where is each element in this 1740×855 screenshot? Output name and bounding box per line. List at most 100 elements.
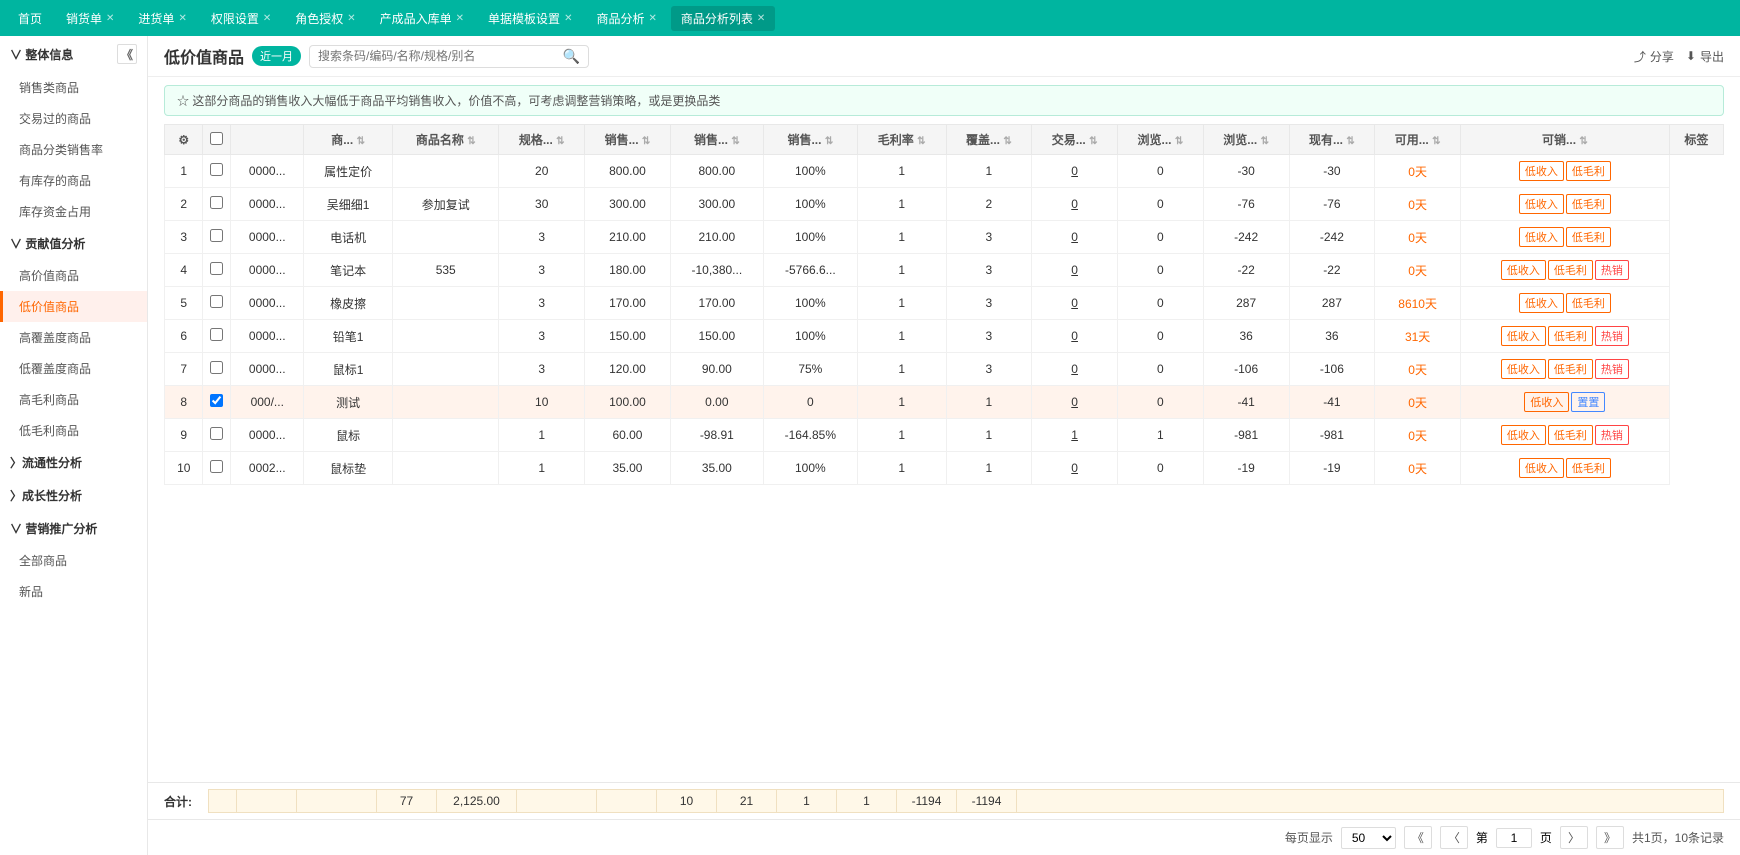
sidebar-item-high-value[interactable]: 高价值商品 (0, 260, 147, 291)
tag-低收入[interactable]: 低收入 (1519, 227, 1564, 247)
sidebar-item-category-rate[interactable]: 商品分类销售率 (0, 134, 147, 165)
col-available[interactable]: 可用... ⇅ (1375, 125, 1461, 155)
col-sale-qty[interactable]: 销售... ⇅ (585, 125, 671, 155)
sidebar-group-liquidity[interactable]: 〉流通性分析 (0, 446, 147, 479)
nav-close-goods-analysis[interactable]: ✕ (648, 13, 656, 24)
sidebar-item-stock-capital[interactable]: 库存资金占用 (0, 196, 147, 227)
share-button[interactable]: ⤴ 分享 (1634, 48, 1674, 65)
cell-checkbox[interactable] (203, 155, 231, 188)
tag-低毛利[interactable]: 低毛利 (1548, 425, 1593, 445)
search-input[interactable] (318, 49, 563, 63)
row-checkbox[interactable] (210, 196, 223, 209)
tag-热销[interactable]: 热销 (1595, 260, 1629, 280)
row-checkbox[interactable] (210, 229, 223, 242)
row-checkbox[interactable] (210, 328, 223, 341)
current-page-input[interactable] (1496, 828, 1532, 848)
nav-purchase[interactable]: 进货单 ✕ (128, 6, 196, 31)
tag-低收入[interactable]: 低收入 (1519, 458, 1564, 478)
sidebar-item-high-margin[interactable]: 高毛利商品 (0, 384, 147, 415)
view1-link[interactable]: 0 (1071, 197, 1078, 211)
nav-close-role[interactable]: ✕ (347, 13, 355, 24)
view1-link[interactable]: 0 (1071, 164, 1078, 178)
collapse-overall[interactable]: 《 (117, 44, 137, 64)
nav-home[interactable]: 首页 (8, 6, 52, 31)
view1-link[interactable]: 0 (1071, 263, 1078, 277)
view1-link[interactable]: 0 (1071, 461, 1078, 475)
tag-热销[interactable]: 热销 (1595, 425, 1629, 445)
cell-view1[interactable]: 0 (1032, 452, 1118, 485)
tag-低收入[interactable]: 低收入 (1519, 194, 1564, 214)
col-gear[interactable]: ⚙ (165, 125, 203, 155)
tag-低收入[interactable]: 低收入 (1501, 260, 1546, 280)
cell-view1[interactable]: 0 (1032, 254, 1118, 287)
tag-低收入[interactable]: 低收入 (1519, 161, 1564, 181)
view1-link[interactable]: 1 (1071, 428, 1078, 442)
sidebar-group-growth[interactable]: 〉成长性分析 (0, 479, 147, 512)
search-icon[interactable]: 🔍 (563, 48, 580, 65)
sidebar-item-low-coverage[interactable]: 低覆盖度商品 (0, 353, 147, 384)
tag-低收入[interactable]: 低收入 (1501, 359, 1546, 379)
nav-close-goods-analysis-list[interactable]: ✕ (757, 13, 765, 24)
last-page-button[interactable]: 》 (1596, 826, 1624, 849)
sidebar-item-sales-goods[interactable]: 销售类商品 (0, 72, 147, 103)
row-checkbox[interactable] (210, 295, 223, 308)
cell-checkbox[interactable] (203, 353, 231, 386)
sidebar-item-low-value[interactable]: 低价值商品 (0, 291, 147, 322)
sidebar-item-new-goods[interactable]: 新品 (0, 576, 147, 607)
tag-低毛利[interactable]: 低毛利 (1566, 293, 1611, 313)
cell-view1[interactable]: 0 (1032, 386, 1118, 419)
col-view1[interactable]: 浏览... ⇅ (1118, 125, 1204, 155)
tag-热销[interactable]: 热销 (1595, 326, 1629, 346)
cell-view1[interactable]: 1 (1032, 419, 1118, 452)
view1-link[interactable]: 0 (1071, 230, 1078, 244)
view1-link[interactable]: 0 (1071, 296, 1078, 310)
nav-goods-analysis-list[interactable]: 商品分析列表 ✕ (671, 6, 775, 31)
cell-view1[interactable]: 0 (1032, 155, 1118, 188)
tag-低毛利[interactable]: 低毛利 (1566, 194, 1611, 214)
sidebar-item-low-margin[interactable]: 低毛利商品 (0, 415, 147, 446)
sidebar-group-marketing[interactable]: ∨ 营销推广分析 (0, 512, 147, 545)
prev-page-button[interactable]: 〈 (1440, 826, 1468, 849)
tag-低毛利[interactable]: 低毛利 (1566, 227, 1611, 247)
sidebar-group-contribution[interactable]: ∨ 贡献值分析 (0, 227, 147, 260)
tag-低收入[interactable]: 低收入 (1501, 326, 1546, 346)
cell-checkbox[interactable] (203, 386, 231, 419)
tag-低收入[interactable]: 低收入 (1501, 425, 1546, 445)
first-page-button[interactable]: 《 (1404, 826, 1432, 849)
tag-置置[interactable]: 置置 (1571, 392, 1605, 412)
nav-close-product-inbound[interactable]: ✕ (456, 13, 464, 24)
col-view2[interactable]: 浏览... ⇅ (1203, 125, 1289, 155)
nav-close-purchase[interactable]: ✕ (178, 13, 186, 24)
tag-低毛利[interactable]: 低毛利 (1566, 458, 1611, 478)
view1-link[interactable]: 0 (1071, 329, 1078, 343)
cell-view1[interactable]: 0 (1032, 221, 1118, 254)
cell-view1[interactable]: 0 (1032, 287, 1118, 320)
row-checkbox[interactable] (210, 262, 223, 275)
cell-view1[interactable]: 0 (1032, 320, 1118, 353)
cell-checkbox[interactable] (203, 287, 231, 320)
col-sale-price[interactable]: 销售... ⇅ (763, 125, 857, 155)
tag-低收入[interactable]: 低收入 (1519, 293, 1564, 313)
col-coverage[interactable]: 覆盖... ⇅ (946, 125, 1032, 155)
row-checkbox[interactable] (210, 460, 223, 473)
select-all-checkbox[interactable] (210, 132, 223, 145)
nav-role[interactable]: 角色授权 ✕ (285, 6, 365, 31)
col-current[interactable]: 现有... ⇅ (1289, 125, 1375, 155)
col-trade[interactable]: 交易... ⇅ (1032, 125, 1118, 155)
cell-checkbox[interactable] (203, 452, 231, 485)
cell-checkbox[interactable] (203, 320, 231, 353)
nav-close-permission[interactable]: ✕ (263, 13, 271, 24)
row-checkbox[interactable] (210, 394, 223, 407)
sidebar-item-stock-goods[interactable]: 有库存的商品 (0, 165, 147, 196)
tag-低毛利[interactable]: 低毛利 (1548, 260, 1593, 280)
tag-低收入[interactable]: 低收入 (1524, 392, 1569, 412)
sidebar-item-traded-goods[interactable]: 交易过的商品 (0, 103, 147, 134)
cell-checkbox[interactable] (203, 254, 231, 287)
tag-低毛利[interactable]: 低毛利 (1566, 161, 1611, 181)
nav-close-template[interactable]: ✕ (564, 13, 572, 24)
col-spec[interactable]: 规格... ⇅ (499, 125, 585, 155)
nav-template[interactable]: 单据模板设置 ✕ (478, 6, 582, 31)
cell-view1[interactable]: 0 (1032, 353, 1118, 386)
nav-product-inbound[interactable]: 产成品入库单 ✕ (370, 6, 474, 31)
col-margin[interactable]: 毛利率 ⇅ (857, 125, 946, 155)
